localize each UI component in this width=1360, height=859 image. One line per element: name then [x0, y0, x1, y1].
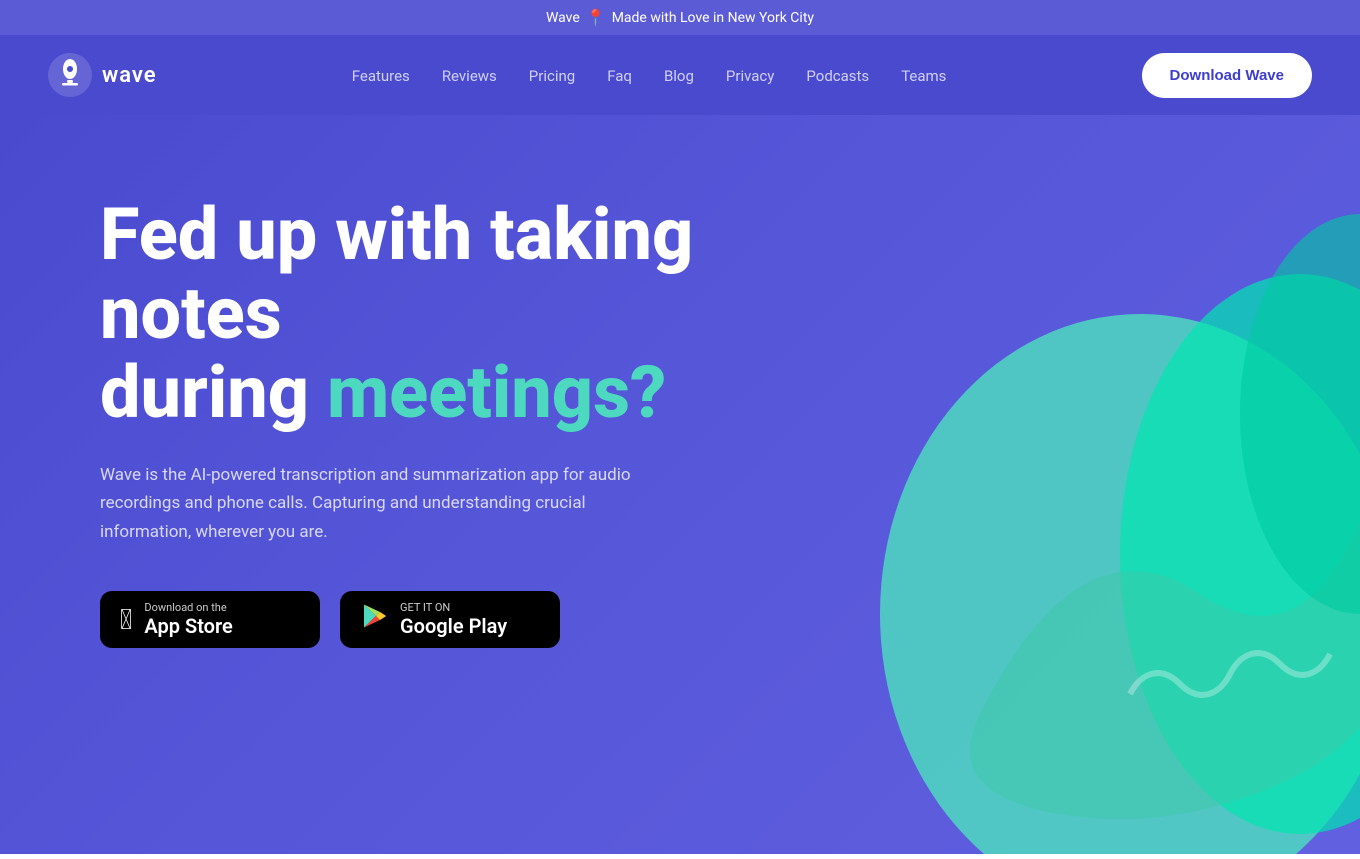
store-buttons:  Download on the App Store G — [100, 591, 800, 648]
nav-link-reviews[interactable]: Reviews — [442, 67, 497, 85]
nav-item-privacy[interactable]: Privacy — [726, 66, 774, 85]
app-store-large-text: App Store — [144, 614, 232, 638]
hero-content: Fed up with taking notes during meetings… — [100, 195, 800, 648]
logo-link[interactable]: wave — [48, 53, 157, 97]
logo-icon — [48, 53, 92, 97]
google-play-small-text: GET IT ON — [400, 601, 507, 614]
nav-link-privacy[interactable]: Privacy — [726, 67, 774, 85]
app-store-text: Download on the App Store — [144, 601, 232, 638]
nav-link-features[interactable]: Features — [352, 67, 410, 85]
hero-title: Fed up with taking notes during meetings… — [100, 195, 800, 433]
hero-section: Fed up with taking notes during meetings… — [0, 115, 1360, 854]
app-store-small-text: Download on the — [144, 601, 232, 614]
hero-decoration — [780, 214, 1360, 854]
nav-item-teams[interactable]: Teams — [901, 66, 946, 85]
nav-item-blog[interactable]: Blog — [664, 66, 694, 85]
google-play-large-text: Google Play — [400, 614, 507, 638]
navbar: wave Features Reviews Pricing Faq Blog P… — [0, 35, 1360, 115]
nav-links: Features Reviews Pricing Faq Blog Privac… — [352, 66, 947, 85]
hero-title-line1: Fed up with taking notes — [100, 192, 693, 356]
google-play-icon — [360, 602, 388, 637]
app-store-button[interactable]:  Download on the App Store — [100, 591, 320, 648]
hero-title-highlight: meetings? — [327, 350, 666, 435]
google-play-button[interactable]: GET IT ON Google Play — [340, 591, 560, 648]
banner-tagline: Made with Love in New York City — [612, 10, 814, 26]
download-wave-button[interactable]: Download Wave — [1142, 53, 1312, 98]
nav-link-pricing[interactable]: Pricing — [529, 67, 575, 85]
hero-title-line2-plain: during — [100, 350, 327, 435]
hero-subtitle: Wave is the AI-powered transcription and… — [100, 461, 640, 548]
location-icon: 📍 — [586, 8, 606, 27]
nav-item-features[interactable]: Features — [352, 66, 410, 85]
nav-item-podcasts[interactable]: Podcasts — [806, 66, 869, 85]
nav-item-faq[interactable]: Faq — [607, 66, 632, 85]
google-play-text: GET IT ON Google Play — [400, 601, 507, 638]
nav-item-reviews[interactable]: Reviews — [442, 66, 497, 85]
nav-link-blog[interactable]: Blog — [664, 67, 694, 85]
nav-link-teams[interactable]: Teams — [901, 67, 946, 85]
top-banner: Wave 📍 Made with Love in New York City — [0, 0, 1360, 35]
logo-text: wave — [102, 63, 157, 88]
nav-link-faq[interactable]: Faq — [607, 67, 632, 85]
apple-icon:  — [120, 603, 132, 636]
nav-item-pricing[interactable]: Pricing — [529, 66, 575, 85]
banner-brand: Wave — [546, 10, 580, 26]
nav-link-podcasts[interactable]: Podcasts — [806, 67, 869, 85]
